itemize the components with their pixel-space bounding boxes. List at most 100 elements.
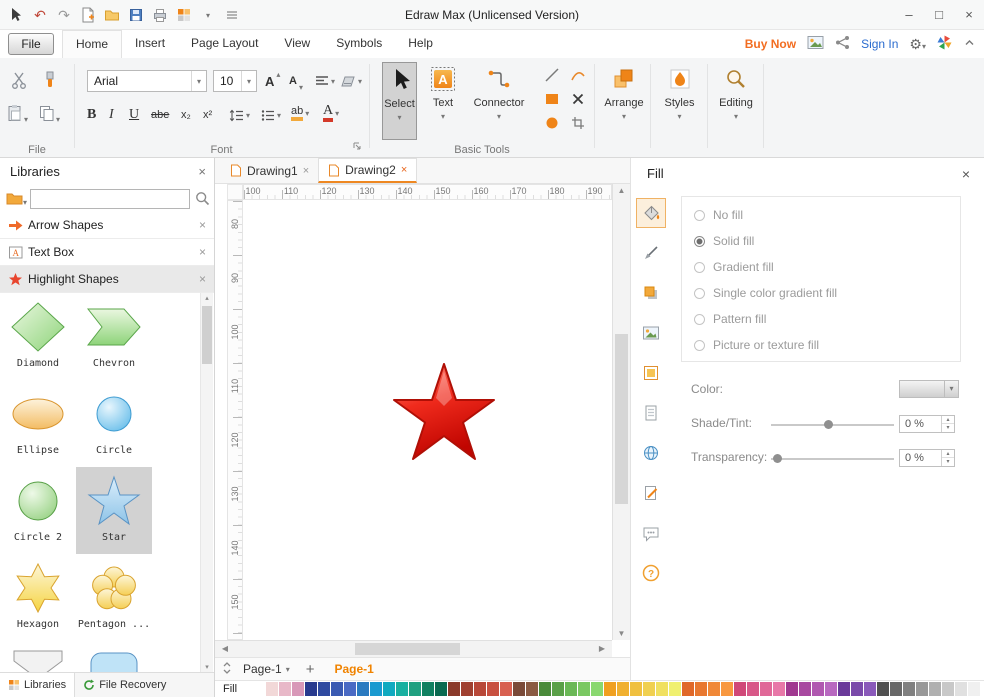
scroll-up-icon[interactable]: ▴ [201,294,213,302]
tab-insert[interactable]: Insert [122,30,178,58]
line-tool-icon[interactable] [540,64,564,86]
redo-icon[interactable]: ↷ [54,5,74,25]
library-grid-icon[interactable] [174,5,194,25]
maximize-button[interactable]: □ [924,0,954,29]
font-family-select[interactable]: Arial▾ [87,70,207,92]
tab-close-icon[interactable]: × [401,164,407,176]
shrink-font-button[interactable]: A▾ [289,70,303,92]
search-icon[interactable] [195,191,210,209]
shade-tint-spinner[interactable]: 0 % ▴▾ [899,415,955,433]
drawing-canvas[interactable] [243,200,612,640]
palette-color[interactable] [474,682,486,696]
print-icon[interactable] [150,5,170,25]
transparency-spinner[interactable]: 0 % ▴▾ [899,449,955,467]
copy-button[interactable]: ▾ [38,104,60,125]
arrange-button[interactable]: Arrange ▾ [598,62,650,140]
font-dialog-launcher-icon[interactable] [352,140,362,154]
new-document-icon[interactable] [78,5,98,25]
select-tool-button[interactable]: Select ▾ [382,62,417,140]
tab-page-layout[interactable]: Page Layout [178,30,271,58]
palette-color[interactable] [968,682,980,696]
palette-color[interactable] [435,682,447,696]
palette-color[interactable] [890,682,902,696]
grow-font-button[interactable]: A▴ [265,70,280,92]
palette-color[interactable] [448,682,460,696]
doc-tab-drawing1[interactable]: Drawing1 × [221,158,318,183]
libraries-tab[interactable]: Libraries [0,673,75,697]
tab-view[interactable]: View [271,30,323,58]
tab-symbols[interactable]: Symbols [323,30,395,58]
bold-button[interactable]: B [87,104,96,126]
open-folder-icon[interactable] [102,5,122,25]
file-recovery-tab[interactable]: File Recovery [75,673,174,697]
delete-tool-icon[interactable] [566,88,590,110]
palette-color[interactable] [786,682,798,696]
underline-button[interactable]: U [129,104,139,126]
line-icon[interactable] [636,238,666,268]
palette-color[interactable] [838,682,850,696]
scrollbar-thumb[interactable] [355,643,460,655]
photo-icon[interactable] [807,35,824,53]
shape-thumb-chevron[interactable]: Chevron [76,293,152,380]
shape-thumb-pentagon[interactable]: Pentagon ... [76,554,152,641]
scroll-up-icon[interactable]: ▲ [613,186,630,195]
styles-button[interactable]: Styles ▾ [652,62,707,140]
star-shape[interactable] [386,360,506,478]
palette-color[interactable] [851,682,863,696]
palette-color[interactable] [656,682,668,696]
palette-color[interactable] [409,682,421,696]
radio-icon[interactable] [694,262,705,273]
palette-color[interactable] [357,682,369,696]
palette-color[interactable] [747,682,759,696]
font-color-button[interactable]: A▾ [323,102,339,124]
text-tool-button[interactable]: A Text ▾ [425,62,461,140]
quick-style-icon[interactable] [636,358,666,388]
doc-tab-drawing2[interactable]: Drawing2 × [318,158,417,183]
bullet-list-button[interactable]: ▾ [261,104,281,126]
text-highlight-button[interactable]: ab▾ [291,102,309,124]
scroll-right-icon[interactable]: ▶ [594,641,610,657]
edit-cursor-icon[interactable] [6,5,26,25]
toolbar-more-icon[interactable]: ▾ [198,5,218,25]
connector-tool-button[interactable]: Connector ▾ [468,62,530,140]
palette-color[interactable] [617,682,629,696]
palette-color[interactable] [929,682,941,696]
superscript-button[interactable]: x² [203,104,212,126]
palette-color[interactable] [760,682,772,696]
palette-color[interactable] [864,682,876,696]
palette-color[interactable] [643,682,655,696]
palette-color[interactable] [526,682,538,696]
option-pattern-fill[interactable]: Pattern fill [694,311,766,327]
palette-color[interactable] [877,682,889,696]
transparency-slider[interactable] [771,458,894,460]
pinwheel-icon[interactable] [937,35,952,53]
radio-icon[interactable] [694,210,705,221]
search-input[interactable] [31,190,189,208]
strikethrough-button[interactable]: abe [151,104,169,126]
ellipse-tool-icon[interactable] [540,112,564,134]
palette-color[interactable] [253,682,265,696]
palette-color[interactable] [344,682,356,696]
line-spacing-button[interactable]: ▾ [229,104,250,126]
palette-color[interactable] [305,682,317,696]
palette-color[interactable] [734,682,746,696]
palette-color[interactable] [903,682,915,696]
section-close-icon[interactable]: × [199,239,206,266]
palette-color[interactable] [552,682,564,696]
align-text-button[interactable]: ▾ [315,70,335,92]
palette-color[interactable] [279,682,291,696]
file-menu-button[interactable]: File [8,33,54,55]
shape-thumb-diamond[interactable]: Diamond [0,293,76,380]
comment-icon[interactable] [636,518,666,548]
palette-color[interactable] [825,682,837,696]
slider-thumb[interactable] [824,420,833,429]
palette-color[interactable] [682,682,694,696]
subscript-button[interactable]: x₂ [181,104,191,126]
palette-color[interactable] [630,682,642,696]
option-picture-texture-fill[interactable]: Picture or texture fill [694,337,819,353]
section-arrow-shapes[interactable]: Arrow Shapes × [0,212,214,239]
buy-now-link[interactable]: Buy Now [745,37,796,51]
palette-color[interactable] [331,682,343,696]
shape-thumb-circle2[interactable]: Circle 2 [0,467,76,554]
palette-color[interactable] [695,682,707,696]
